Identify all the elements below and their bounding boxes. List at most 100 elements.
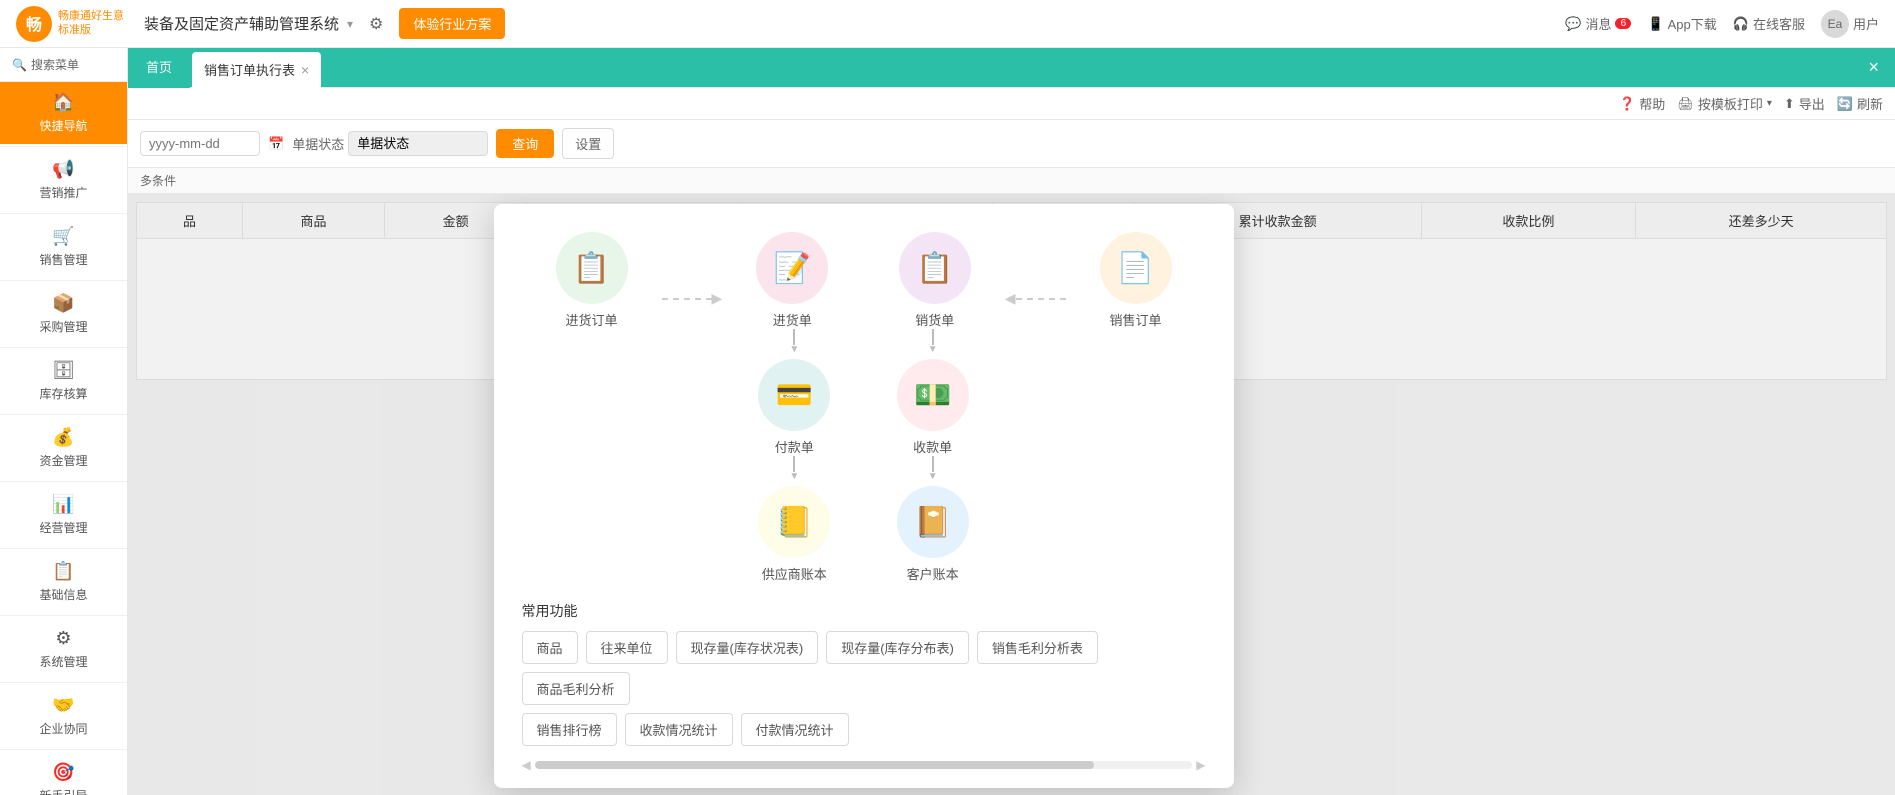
status-field: 单据状态 单据状态 bbox=[292, 131, 488, 156]
flow-arrow-sales-order-to-bill: ◀ bbox=[1005, 290, 1066, 329]
tab-close-icon[interactable]: × bbox=[301, 62, 309, 78]
flow-row-2: 💳 付款单 💵 收款单 bbox=[522, 359, 1206, 456]
message-item[interactable]: 💬 消息 6 bbox=[1565, 14, 1631, 33]
func-buttons-row1: 商品往来单位现存量(库存状况表)现存量(库存分布表)销售毛利分析表商品毛利分析 bbox=[522, 631, 1206, 705]
func-btn-8[interactable]: 付款情况统计 bbox=[741, 713, 849, 746]
online-service-item[interactable]: 🎧 在线客服 bbox=[1733, 14, 1805, 33]
logo-area: 畅 畅康通好生意 标准版 bbox=[16, 6, 144, 42]
common-functions-title: 常用功能 bbox=[522, 601, 1206, 621]
sales-order-label: 销售订单 bbox=[1109, 310, 1161, 329]
export-icon: ⬆ bbox=[1784, 96, 1795, 112]
tab-sales-order-exec[interactable]: 销售订单执行表 × bbox=[192, 52, 321, 88]
func-btn-0[interactable]: 商品 bbox=[522, 631, 578, 664]
sidebar-item-sales[interactable]: 🛒销售管理 bbox=[0, 216, 127, 278]
purchase-order-label: 进货订单 bbox=[565, 310, 617, 329]
sidebar-item-inventory[interactable]: 🗄库存核算 bbox=[0, 350, 127, 412]
sidebar-item-basic-info[interactable]: 📋基础信息 bbox=[0, 551, 127, 613]
app-download-item[interactable]: 📱 App下载 bbox=[1647, 14, 1716, 33]
headset-icon: 🎧 bbox=[1733, 16, 1749, 32]
system-dropdown-icon[interactable]: ▾ bbox=[347, 17, 353, 31]
flow-diagram: 📋 进货订单 ▶ 📝 进货单 bbox=[522, 232, 1206, 583]
more-conditions[interactable]: 多条件 bbox=[128, 168, 1895, 194]
date-start-input[interactable] bbox=[140, 131, 260, 156]
message-badge: 6 bbox=[1615, 18, 1631, 29]
sidebar-label-system: 系统管理 bbox=[39, 653, 87, 670]
receipt-icon: 💵 bbox=[897, 359, 969, 431]
export-button[interactable]: ⬆ 导出 bbox=[1784, 94, 1825, 113]
flow-node-sales-bill[interactable]: 📋 销货单 bbox=[865, 232, 1005, 329]
flow-arrow-purchase-order-to-bill: ▶ bbox=[662, 290, 723, 329]
func-btn-2[interactable]: 现存量(库存状况表) bbox=[676, 631, 819, 664]
sidebar-item-quick-nav[interactable]: 🏠快捷导航 bbox=[0, 82, 127, 144]
sidebar-icon-marketing: 📢 bbox=[52, 159, 74, 180]
func-buttons-row2: 销售排行榜收款情况统计付款情况统计 bbox=[522, 713, 1206, 746]
sidebar-icon-quick-nav: 🏠 bbox=[52, 92, 74, 113]
flow-node-receipt[interactable]: 💵 收款单 bbox=[863, 359, 1001, 456]
calendar-icon[interactable]: 📅 bbox=[268, 136, 284, 152]
scroll-right-icon[interactable]: ▶ bbox=[1196, 758, 1205, 772]
arrow-down-receipt: ▼ bbox=[863, 456, 1001, 482]
tab-home[interactable]: 首页 bbox=[128, 48, 190, 88]
func-btn-4[interactable]: 销售毛利分析表 bbox=[977, 631, 1098, 664]
customer-ledger-icon: 📔 bbox=[897, 486, 969, 558]
sidebar-item-finance[interactable]: 💰资金管理 bbox=[0, 417, 127, 479]
sidebar-item-purchase[interactable]: 📦采购管理 bbox=[0, 283, 127, 345]
purchase-bill-icon: 📝 bbox=[756, 232, 828, 304]
scrollbar-track[interactable] bbox=[535, 761, 1193, 769]
message-icon: 💬 bbox=[1565, 16, 1581, 32]
set-button[interactable]: 设置 bbox=[562, 128, 614, 159]
search-button[interactable]: 查询 bbox=[496, 129, 554, 158]
table-area: 品商品金额预估毛利预估毛利率订金累计收款金额收款比例还差多少天 暂无数据 bbox=[128, 194, 1895, 795]
func-btn-5[interactable]: 商品毛利分析 bbox=[522, 672, 630, 705]
sidebar-item-system[interactable]: ⚙ 系统管理 bbox=[0, 618, 127, 680]
sidebar-icon-system: ⚙ bbox=[55, 628, 71, 649]
flow-vertical-arrows-row2: ▼ ▼ bbox=[522, 456, 1206, 482]
refresh-button[interactable]: 🔄 刷新 bbox=[1837, 94, 1883, 113]
sidebar-item-operation[interactable]: 📊经营管理 bbox=[0, 484, 127, 546]
template-print-button[interactable]: 🖨 按模板打印 ▾ bbox=[1677, 94, 1772, 113]
sidebar-label-guide: 新手引导 bbox=[39, 787, 87, 795]
scroll-left-icon[interactable]: ◀ bbox=[522, 758, 531, 772]
arrow-down-payment: ▼ bbox=[725, 456, 863, 482]
settings-icon[interactable]: ⚙ bbox=[369, 14, 383, 34]
top-right-area: 💬 消息 6 📱 App下载 🎧 在线客服 Ea 用户 bbox=[1565, 10, 1879, 38]
sidebar-item-enterprise[interactable]: 🤝企业协同 bbox=[0, 685, 127, 747]
dialog-scrollbar-area: ◀ ▶ bbox=[522, 758, 1206, 772]
flow-node-customer-ledger[interactable]: 📔 客户账本 bbox=[863, 486, 1001, 583]
spacer-left bbox=[522, 329, 660, 355]
sidebar-icon-finance: 💰 bbox=[52, 427, 74, 448]
logo-text: 畅康通好生意 标准版 bbox=[58, 10, 124, 36]
help-icon: ❓ bbox=[1619, 96, 1635, 112]
flow-vertical-arrows-row: ▼ ▼ bbox=[522, 329, 1206, 355]
func-btn-7[interactable]: 收款情况统计 bbox=[625, 713, 733, 746]
flow-node-purchase-order[interactable]: 📋 进货订单 bbox=[522, 232, 662, 329]
customer-ledger-label: 客户账本 bbox=[907, 564, 959, 583]
func-btn-3[interactable]: 现存量(库存分布表) bbox=[826, 631, 969, 664]
sidebar-item-guide[interactable]: 🎯新手引导 bbox=[0, 752, 127, 795]
sidebar-icon-sales: 🛒 bbox=[52, 226, 74, 247]
receipt-label: 收款单 bbox=[913, 437, 952, 456]
content-toolbar: ❓ 帮助 🖨 按模板打印 ▾ ⬆ 导出 🔄 刷新 bbox=[128, 88, 1895, 120]
flow-node-sales-order[interactable]: 📄 销售订单 bbox=[1066, 232, 1206, 329]
flow-node-supplier-ledger[interactable]: 📒 供应商账本 bbox=[725, 486, 863, 583]
trial-button[interactable]: 体验行业方案 bbox=[399, 8, 505, 39]
sidebar-item-marketing[interactable]: 📢营销推广 bbox=[0, 149, 127, 211]
search-menu-item[interactable]: 🔍 快捷导航 搜索菜单 bbox=[0, 48, 127, 82]
help-button[interactable]: ❓ 帮助 bbox=[1619, 94, 1665, 113]
window-close-icon[interactable]: × bbox=[1868, 57, 1879, 78]
payment-label: 付款单 bbox=[775, 437, 814, 456]
func-btn-1[interactable]: 往来单位 bbox=[586, 631, 668, 664]
sidebar-icon-inventory: 🗄 bbox=[52, 360, 75, 381]
system-title: 装备及固定资产辅助管理系统 bbox=[144, 13, 339, 34]
sidebar-label-basic-info: 基础信息 bbox=[39, 586, 87, 603]
avatar: Ea bbox=[1821, 10, 1849, 38]
supplier-ledger-icon: 📒 bbox=[758, 486, 830, 558]
arrow-down-purchase-bill: ▼ bbox=[725, 329, 863, 355]
user-item[interactable]: Ea 用户 bbox=[1821, 10, 1879, 38]
flow-node-payment[interactable]: 💳 付款单 bbox=[725, 359, 863, 456]
sidebar-icon-purchase: 📦 bbox=[52, 293, 74, 314]
flow-node-purchase-bill[interactable]: 📝 进货单 bbox=[722, 232, 862, 329]
func-btn-6[interactable]: 销售排行榜 bbox=[522, 713, 617, 746]
status-select[interactable]: 单据状态 bbox=[348, 131, 488, 156]
tab-label: 销售订单执行表 bbox=[204, 60, 295, 79]
